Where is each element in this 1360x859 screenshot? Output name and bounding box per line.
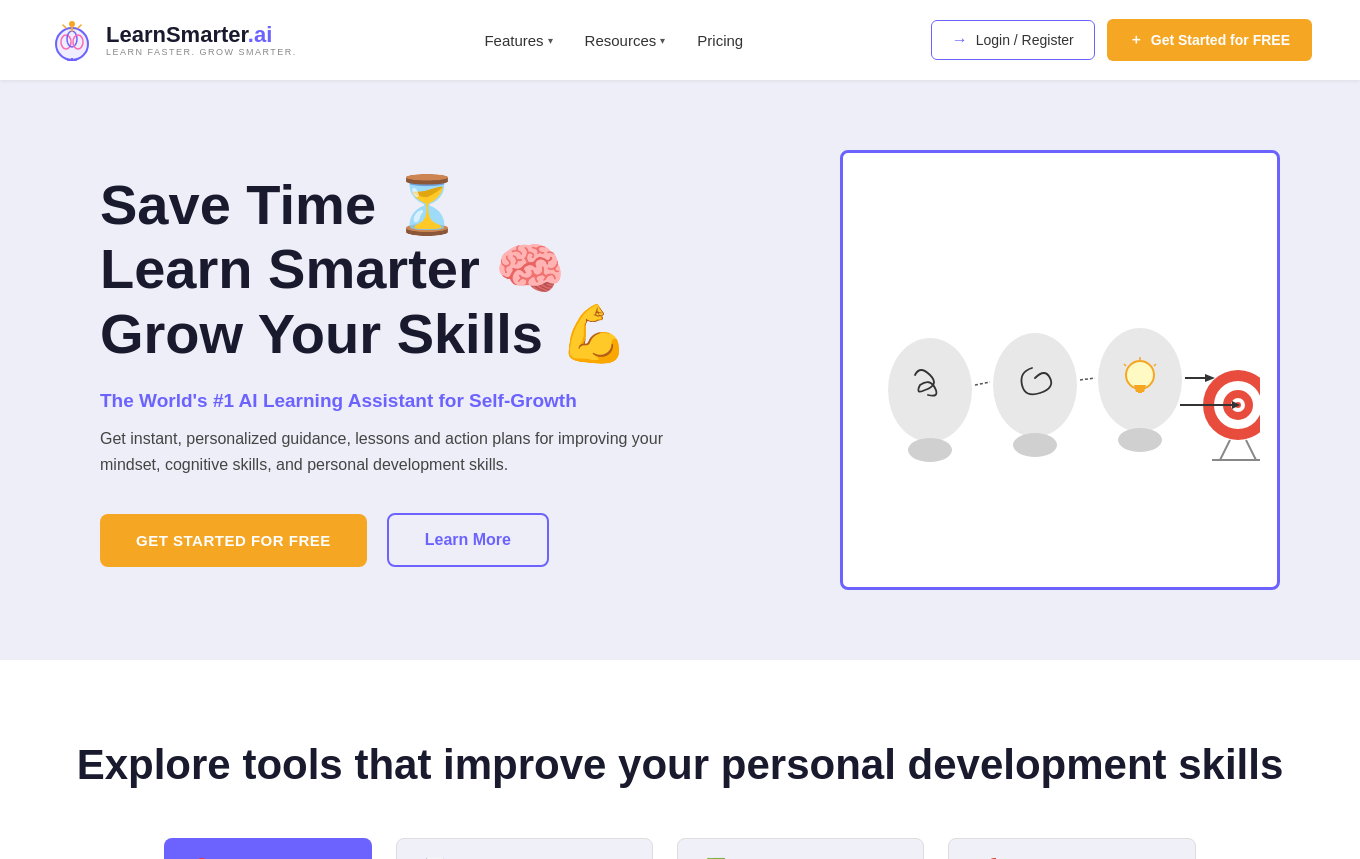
learn-more-button[interactable]: Learn More bbox=[387, 513, 549, 567]
navbar: LearnSmarter.ai LEARN FASTER. GROW SMART… bbox=[0, 0, 1360, 80]
logo-icon bbox=[48, 16, 96, 64]
plus-icon: ＋ bbox=[1129, 31, 1143, 49]
svg-line-34 bbox=[1246, 440, 1256, 460]
hero-title: Save Time ⏳ Learn Smarter 🧠 Grow Your Sk… bbox=[100, 173, 680, 366]
logo-name: LearnSmarter.ai bbox=[106, 23, 297, 47]
tool-card-decisions[interactable]: 📊 Make Better Decisions bbox=[396, 838, 653, 859]
chevron-down-icon: ▾ bbox=[548, 35, 553, 46]
tool-card-productivity[interactable]: 🚀 Increase Productivity bbox=[948, 838, 1196, 859]
logo[interactable]: LearnSmarter.ai LEARN FASTER. GROW SMART… bbox=[48, 16, 297, 64]
svg-line-23 bbox=[1080, 378, 1095, 380]
hero-illustration bbox=[860, 220, 1260, 520]
login-register-button[interactable]: → Login / Register bbox=[931, 20, 1095, 60]
get-started-nav-button[interactable]: ＋ Get Started for FREE bbox=[1107, 19, 1312, 61]
svg-line-22 bbox=[975, 382, 990, 385]
nav-features[interactable]: Features ▾ bbox=[484, 32, 552, 49]
svg-line-6 bbox=[63, 25, 66, 28]
tools-grid: 🎯 Set Better Goals 📊 Make Better Decisio… bbox=[48, 838, 1312, 859]
nav-resources[interactable]: Resources ▾ bbox=[585, 32, 666, 49]
hero-subtitle: The World's #1 AI Learning Assistant for… bbox=[100, 390, 680, 412]
logo-text: LearnSmarter.ai LEARN FASTER. GROW SMART… bbox=[106, 23, 297, 57]
hero-left: Save Time ⏳ Learn Smarter 🧠 Grow Your Sk… bbox=[100, 173, 680, 567]
get-started-hero-button[interactable]: GET STARTED FOR FREE bbox=[100, 514, 367, 567]
nav-pricing[interactable]: Pricing bbox=[697, 32, 743, 49]
hero-section: Save Time ⏳ Learn Smarter 🧠 Grow Your Sk… bbox=[0, 80, 1360, 660]
svg-point-14 bbox=[1013, 433, 1057, 457]
logo-tagline: LEARN FASTER. GROW SMARTER. bbox=[106, 47, 297, 57]
hero-description: Get instant, personalized guidance, less… bbox=[100, 426, 680, 477]
svg-point-16 bbox=[1118, 428, 1162, 452]
svg-point-17 bbox=[1126, 361, 1154, 389]
svg-point-12 bbox=[908, 438, 952, 462]
svg-point-11 bbox=[888, 338, 972, 442]
section-title: Explore tools that improve your personal… bbox=[48, 740, 1312, 790]
login-icon: → bbox=[952, 31, 968, 49]
svg-line-7 bbox=[78, 25, 81, 28]
nav-links: Features ▾ Resources ▾ Pricing bbox=[484, 32, 743, 49]
hero-buttons: GET STARTED FOR FREE Learn More bbox=[100, 513, 680, 567]
hero-image-box bbox=[840, 150, 1280, 590]
svg-line-33 bbox=[1220, 440, 1230, 460]
tool-card-problems[interactable]: ✅ Solve Hard Problems bbox=[677, 838, 924, 859]
nav-actions: → Login / Register ＋ Get Started for FRE… bbox=[931, 19, 1312, 61]
chevron-down-icon: ▾ bbox=[660, 35, 665, 46]
tools-section: Explore tools that improve your personal… bbox=[0, 660, 1360, 859]
tool-card-goals[interactable]: 🎯 Set Better Goals bbox=[164, 838, 372, 859]
svg-point-13 bbox=[993, 333, 1077, 437]
svg-point-5 bbox=[69, 21, 75, 27]
